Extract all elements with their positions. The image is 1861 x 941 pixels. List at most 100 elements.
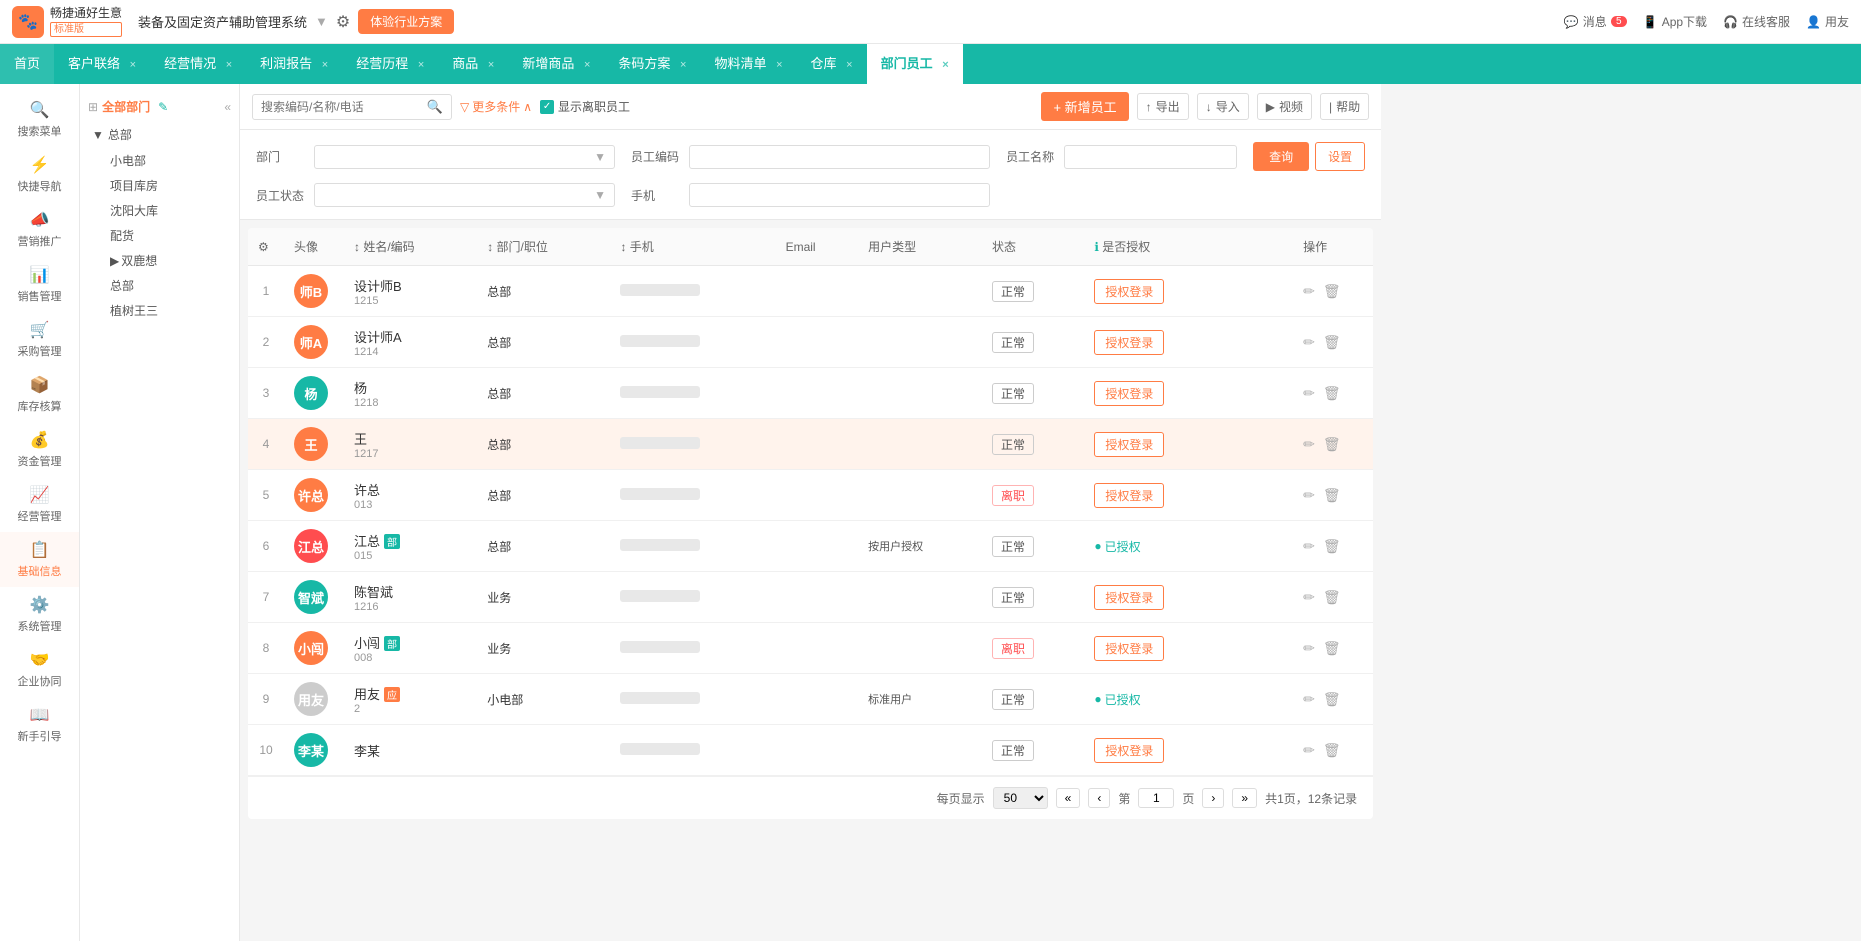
th-dept[interactable]: ↕ 部门/职位 xyxy=(477,228,610,266)
all-dept-label[interactable]: 全部部门 xyxy=(102,98,150,115)
sys-name-dropdown[interactable]: ▼ xyxy=(315,14,328,29)
delete-icon[interactable]: 🗑 xyxy=(1323,742,1341,759)
edit-icon[interactable]: ✏ xyxy=(1303,436,1315,453)
nav-history[interactable]: 经营历程 × xyxy=(342,44,438,84)
prev-page-btn[interactable]: ‹ xyxy=(1088,788,1110,808)
auth-btn[interactable]: 授权登录 xyxy=(1094,636,1164,661)
help-btn[interactable]: | 帮助 xyxy=(1320,93,1369,120)
dept-select[interactable]: ▼ xyxy=(314,145,615,169)
search-input-wrap[interactable]: 🔍 xyxy=(252,94,452,120)
nav-dept-employee[interactable]: 部门员工 × xyxy=(867,44,963,84)
nav-purchase[interactable]: 🛒 采购管理 xyxy=(0,312,79,367)
nav-search-menu[interactable]: 🔍 搜索菜单 xyxy=(0,92,79,147)
nav-operation[interactable]: 经营情况 × xyxy=(150,44,246,84)
export-btn[interactable]: ↑ 导出 xyxy=(1137,93,1189,120)
edit-icon[interactable]: ✏ xyxy=(1303,487,1315,504)
dept-edit-icon[interactable]: ✎ xyxy=(158,100,168,114)
trial-button[interactable]: 体验行业方案 xyxy=(358,9,454,34)
auth-btn[interactable]: 授权登录 xyxy=(1094,483,1164,508)
auth-btn[interactable]: 授权登录 xyxy=(1094,330,1164,355)
delete-icon[interactable]: 🗑 xyxy=(1323,691,1341,708)
auth-btn[interactable]: 授权登录 xyxy=(1094,738,1164,763)
nav-bom[interactable]: 物料清单 × xyxy=(700,44,796,84)
edit-icon[interactable]: ✏ xyxy=(1303,640,1315,657)
dept-item-zhishu[interactable]: 植树王三 xyxy=(104,298,239,323)
edit-icon[interactable]: ✏ xyxy=(1303,589,1315,606)
nav-barcode[interactable]: 条码方案 × xyxy=(604,44,700,84)
page-input[interactable] xyxy=(1138,788,1174,808)
video-btn[interactable]: ▶ 视频 xyxy=(1257,93,1312,120)
nav-cooperation[interactable]: 🤝 企业协同 xyxy=(0,642,79,697)
dept-item-zongbu[interactable]: 总部 xyxy=(104,273,239,298)
nav-add-goods[interactable]: 新增商品 × xyxy=(508,44,604,84)
user-btn[interactable]: 👤 用友 xyxy=(1806,13,1849,30)
nav-goods[interactable]: 商品 × xyxy=(438,44,508,84)
query-btn[interactable]: 查询 xyxy=(1253,142,1309,171)
nav-basic-info[interactable]: 📋 基础信息 xyxy=(0,532,79,587)
auth-btn[interactable]: 授权登录 xyxy=(1094,381,1164,406)
per-page-select[interactable]: 50 100 xyxy=(993,787,1048,809)
dept-collapse-icon[interactable]: « xyxy=(224,100,231,114)
delete-icon[interactable]: 🗑 xyxy=(1323,334,1341,351)
delete-icon[interactable]: 🗑 xyxy=(1323,385,1341,402)
edit-icon[interactable]: ✏ xyxy=(1303,538,1315,555)
show-resigned-toggle[interactable]: ✓ 显示离职员工 xyxy=(540,98,630,115)
phone-input[interactable] xyxy=(689,183,990,207)
nav-warehouse[interactable]: 仓库 × xyxy=(797,44,867,84)
auth-btn[interactable]: 授权登录 xyxy=(1094,585,1164,610)
edit-icon[interactable]: ✏ xyxy=(1303,334,1315,351)
app-download-btn[interactable]: 📱 App下载 xyxy=(1643,13,1707,30)
th-settings[interactable]: ⚙ xyxy=(248,228,284,266)
first-page-btn[interactable]: « xyxy=(1056,788,1081,808)
nav-guide[interactable]: 📖 新手引导 xyxy=(0,697,79,752)
nav-business[interactable]: 📈 经营管理 xyxy=(0,477,79,532)
name-code: 李某 xyxy=(354,741,467,760)
delete-icon[interactable]: 🗑 xyxy=(1323,589,1341,606)
delete-icon[interactable]: 🗑 xyxy=(1323,436,1341,453)
dept-item-shenyang[interactable]: 沈阳大库 xyxy=(104,198,239,223)
nav-system[interactable]: ⚙️ 系统管理 xyxy=(0,587,79,642)
delete-icon[interactable]: 🗑 xyxy=(1323,538,1341,555)
next-page-btn[interactable]: › xyxy=(1202,788,1224,808)
online-service-btn[interactable]: 🎧 在线客服 xyxy=(1723,13,1790,30)
grid-icon: ⊞ xyxy=(88,100,98,114)
dept-label: 总部 xyxy=(487,285,511,299)
edit-icon[interactable]: ✏ xyxy=(1303,742,1315,759)
employee-name-input[interactable] xyxy=(1064,145,1237,169)
edit-icon[interactable]: ✏ xyxy=(1303,691,1315,708)
resigned-checkbox[interactable]: ✓ xyxy=(540,100,554,114)
search-input[interactable] xyxy=(261,100,423,114)
settings-icon[interactable]: ⚙ xyxy=(336,12,350,32)
nav-sales[interactable]: 📊 销售管理 xyxy=(0,257,79,312)
more-filter-btn[interactable]: ▽ 更多条件 ∧ xyxy=(460,98,532,115)
dept-item-root[interactable]: ▼ 总部 xyxy=(88,121,239,148)
employee-name: 设计师B xyxy=(354,276,467,295)
status-select[interactable]: ▼ xyxy=(314,183,615,207)
nav-customer[interactable]: 客户联络 × xyxy=(54,44,150,84)
delete-icon[interactable]: 🗑 xyxy=(1323,487,1341,504)
th-phone[interactable]: ↕ 手机 xyxy=(610,228,775,266)
employee-code-input[interactable] xyxy=(689,145,990,169)
auth-btn[interactable]: 授权登录 xyxy=(1094,279,1164,304)
dept-item-xiaodian[interactable]: 小电部 xyxy=(104,148,239,173)
edit-icon[interactable]: ✏ xyxy=(1303,283,1315,300)
delete-icon[interactable]: 🗑 xyxy=(1323,640,1341,657)
dept-item-project[interactable]: 项目库房 xyxy=(104,173,239,198)
auth-btn[interactable]: 授权登录 xyxy=(1094,432,1164,457)
add-employee-btn[interactable]: + 新增员工 xyxy=(1041,92,1128,121)
delete-icon[interactable]: 🗑 xyxy=(1323,283,1341,300)
th-name[interactable]: ↕ 姓名/编码 xyxy=(344,228,477,266)
nav-quick-nav[interactable]: ⚡ 快捷导航 xyxy=(0,147,79,202)
message-btn[interactable]: 💬 消息 5 xyxy=(1564,13,1627,30)
last-page-btn[interactable]: » xyxy=(1232,788,1257,808)
nav-inventory[interactable]: 📦 库存核算 xyxy=(0,367,79,422)
set-btn[interactable]: 设置 xyxy=(1315,142,1365,171)
nav-marketing[interactable]: 📣 营销推广 xyxy=(0,202,79,257)
nav-profit[interactable]: 利润报告 × xyxy=(246,44,342,84)
nav-finance[interactable]: 💰 资金管理 xyxy=(0,422,79,477)
nav-home[interactable]: 首页 xyxy=(0,44,54,84)
edit-icon[interactable]: ✏ xyxy=(1303,385,1315,402)
dept-item-distribution[interactable]: 配货 xyxy=(104,223,239,248)
import-btn[interactable]: ↓ 导入 xyxy=(1197,93,1249,120)
dept-item-shuanglu[interactable]: ▶ 双鹿想 xyxy=(104,248,239,273)
